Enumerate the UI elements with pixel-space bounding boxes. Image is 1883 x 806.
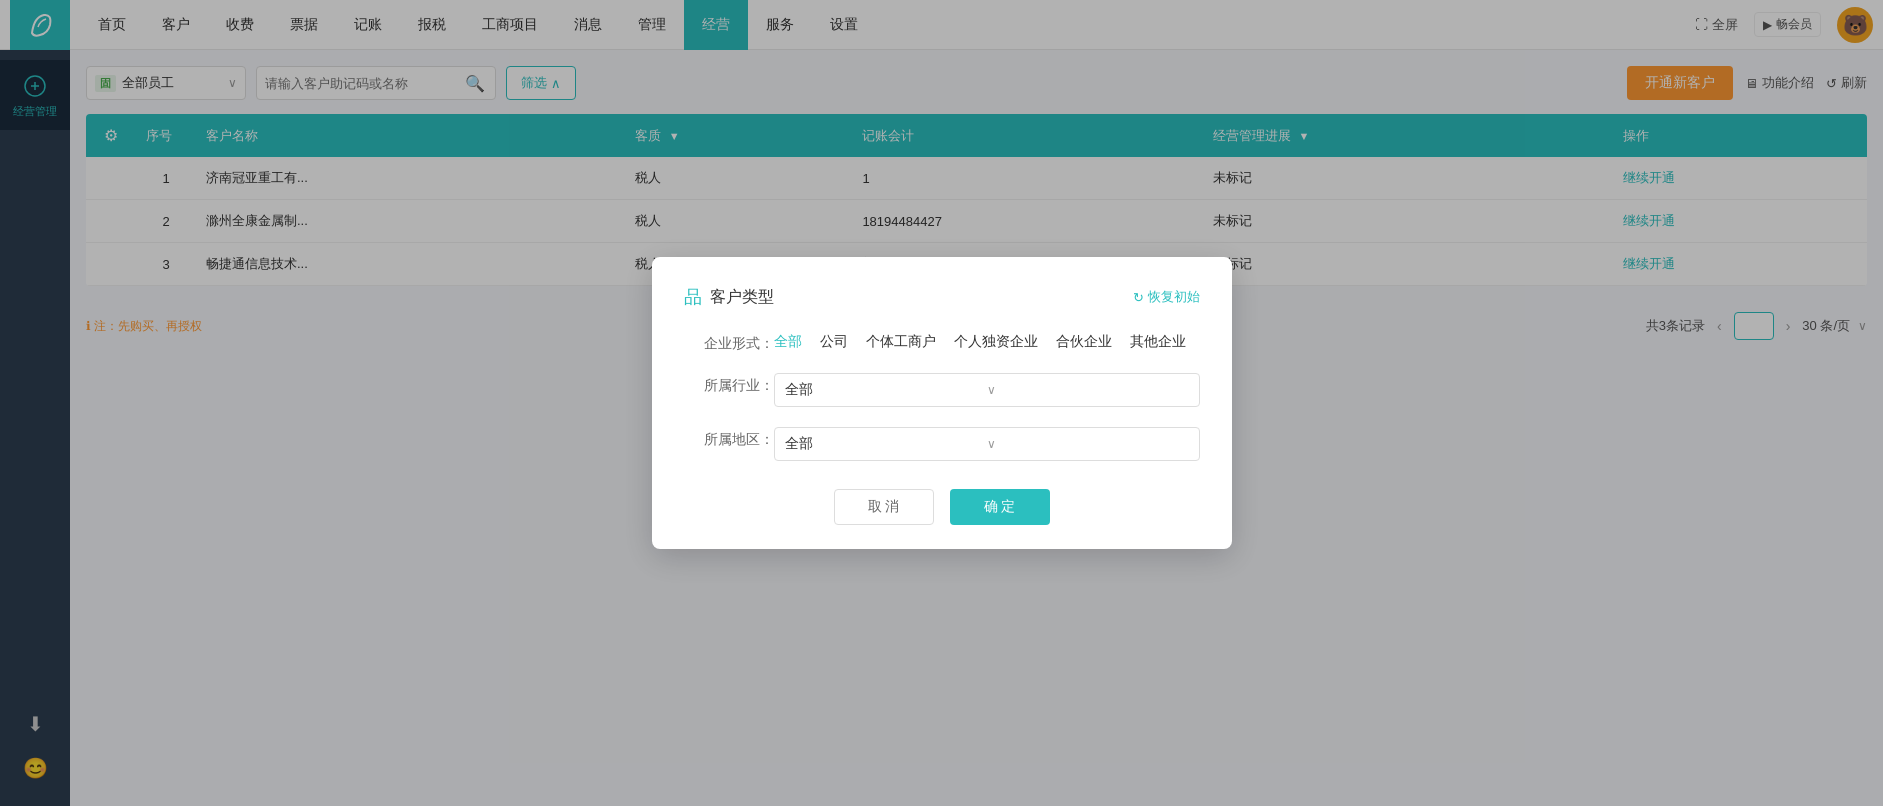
- region-value: 全部: [785, 435, 987, 453]
- reset-icon: ↻: [1133, 290, 1144, 305]
- industry-select[interactable]: 全部 ∨: [774, 373, 1200, 407]
- enterprise-form-row: 企业形式： 全部 公司 个体工商户 个人独资企业 合伙企业 其他企业: [684, 331, 1200, 353]
- region-form-label: 所属地区：: [684, 427, 774, 449]
- type-option-other[interactable]: 其他企业: [1130, 331, 1186, 353]
- region-form-row: 所属地区： 全部 ∨: [684, 427, 1200, 461]
- enterprise-form-label: 企业形式：: [684, 331, 774, 353]
- modal-reset-button[interactable]: ↻ 恢复初始: [1133, 288, 1200, 306]
- industry-arrow-icon: ∨: [987, 383, 1189, 397]
- type-option-sole[interactable]: 个人独资企业: [954, 331, 1038, 353]
- type-option-individual[interactable]: 个体工商户: [866, 331, 936, 353]
- region-content: 全部 ∨: [774, 427, 1200, 461]
- modal-header: 品 客户类型 ↻ 恢复初始: [684, 285, 1200, 309]
- customer-type-modal: 品 客户类型 ↻ 恢复初始 企业形式： 全部 公司 个体工商户 个人独资企业 合…: [652, 257, 1232, 549]
- industry-form-row: 所属行业： 全部 ∨: [684, 373, 1200, 407]
- modal-overlay: 品 客户类型 ↻ 恢复初始 企业形式： 全部 公司 个体工商户 个人独资企业 合…: [0, 0, 1883, 806]
- type-option-all[interactable]: 全部: [774, 331, 802, 353]
- enterprise-types-content: 全部 公司 个体工商户 个人独资企业 合伙企业 其他企业: [774, 331, 1200, 353]
- confirm-button[interactable]: 确 定: [950, 489, 1050, 525]
- type-option-partnership[interactable]: 合伙企业: [1056, 331, 1112, 353]
- region-select[interactable]: 全部 ∨: [774, 427, 1200, 461]
- cancel-button[interactable]: 取 消: [834, 489, 934, 525]
- modal-title-icon: 品: [684, 285, 702, 309]
- modal-footer: 取 消 确 定: [684, 489, 1200, 525]
- industry-value: 全部: [785, 381, 987, 399]
- enterprise-types: 全部 公司 个体工商户 个人独资企业 合伙企业 其他企业: [774, 331, 1200, 353]
- type-option-company[interactable]: 公司: [820, 331, 848, 353]
- modal-title: 品 客户类型: [684, 285, 774, 309]
- region-arrow-icon: ∨: [987, 437, 1189, 451]
- industry-content: 全部 ∨: [774, 373, 1200, 407]
- industry-form-label: 所属行业：: [684, 373, 774, 395]
